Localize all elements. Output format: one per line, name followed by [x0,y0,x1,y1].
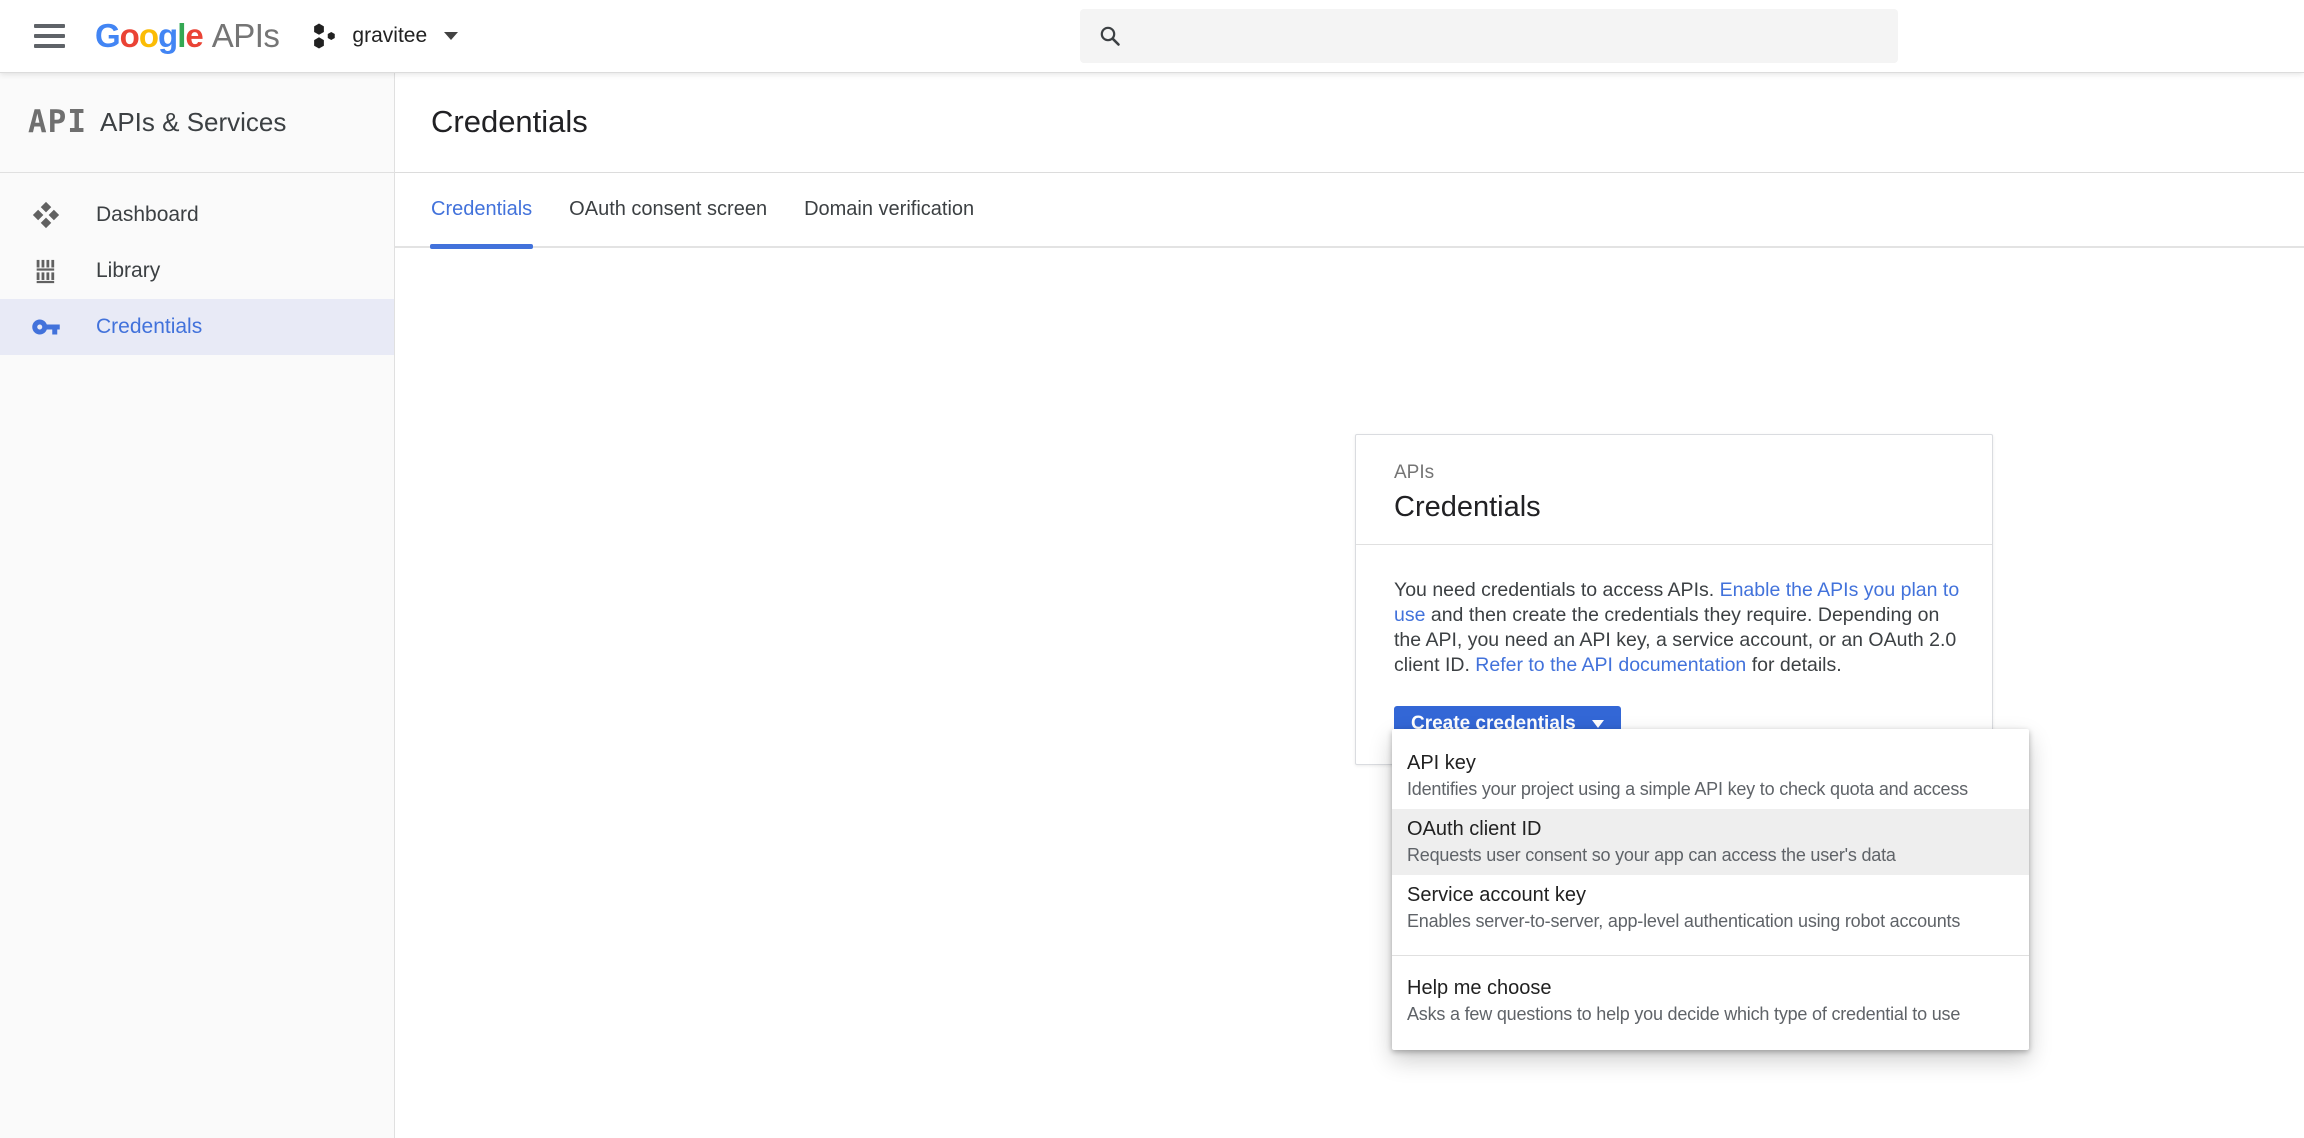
sidebar-item-label: Dashboard [96,203,199,227]
menu-item-description: Asks a few questions to help you decide … [1407,1001,2014,1027]
tab-credentials[interactable]: Credentials [431,173,532,246]
menu-item-oauth-client-id[interactable]: OAuth client ID Requests user consent so… [1392,809,2029,875]
card-body: You need credentials to access APIs. Ena… [1356,545,1992,742]
sidebar-item-label: Credentials [96,315,202,339]
menu-item-description: Enables server-to-server, app-level auth… [1407,908,2014,934]
menu-item-description: Requests user consent so your app can ac… [1407,842,2014,868]
page-title: Credentials [431,104,588,140]
card-eyebrow: APIs [1394,462,1954,484]
sidebar-item-label: Library [96,259,160,283]
menu-item-title: Service account key [1407,882,2014,908]
logo-suffix: APIs [212,17,280,55]
sidebar-title: APIs & Services [100,107,286,138]
menu-item-title: OAuth client ID [1407,816,2014,842]
menu-item-title: API key [1407,750,2014,776]
search-input[interactable] [1138,25,1880,48]
menu-item-description: Identifies your project using a simple A… [1407,776,2014,802]
project-name: gravitee [352,24,427,48]
menu-icon[interactable] [34,24,65,48]
card-title: Credentials [1394,491,1954,524]
sidebar: API APIs & Services Dashboard [0,72,395,1138]
card-header: APIs Credentials [1356,435,1992,545]
tab-label: Credentials [431,198,532,221]
search-bar[interactable] [1080,9,1898,63]
create-credentials-menu: API key Identifies your project using a … [1392,729,2029,1050]
google-apis-console: Google APIs gravitee API APIs & Services [0,0,2304,1138]
menu-item-title: Help me choose [1407,975,2014,1001]
chevron-down-icon [1592,720,1604,728]
chevron-down-icon [444,32,458,40]
top-bar: Google APIs gravitee [0,0,2304,72]
api-logo: API [28,104,87,140]
sidebar-item-dashboard[interactable]: Dashboard [0,187,394,243]
sidebar-item-library[interactable]: Library [0,243,394,299]
key-icon [30,312,62,342]
tab-oauth-consent-screen[interactable]: OAuth consent screen [569,173,767,246]
sidebar-header: API APIs & Services [0,72,394,173]
sidebar-item-credentials[interactable]: Credentials [0,299,394,355]
card-description: You need credentials to access APIs. Ena… [1394,578,1962,678]
project-hexagons-icon [309,21,339,51]
credentials-card: APIs Credentials You need credentials to… [1355,434,1993,765]
sidebar-nav: Dashboard Library [0,173,394,355]
menu-divider [1392,955,2029,956]
api-documentation-link[interactable]: Refer to the API documentation [1475,654,1746,676]
search-icon [1098,24,1122,48]
text-segment: You need credentials to access APIs. [1394,579,1720,601]
tab-domain-verification[interactable]: Domain verification [804,173,974,246]
text-segment: for details. [1746,654,1841,676]
menu-item-help-me-choose[interactable]: Help me choose Asks a few questions to h… [1392,968,2029,1034]
project-selector[interactable]: gravitee [309,21,458,51]
menu-item-api-key[interactable]: API key Identifies your project using a … [1392,743,2029,809]
page-header: Credentials [395,72,2304,173]
google-logo: Google [95,17,203,55]
google-apis-logo[interactable]: Google APIs [95,17,279,55]
tab-strip: Credentials OAuth consent screen Domain … [395,173,2304,248]
library-icon [30,257,62,285]
tab-label: Domain verification [804,198,974,221]
menu-item-service-account-key[interactable]: Service account key Enables server-to-se… [1392,875,2029,941]
tab-label: OAuth consent screen [569,198,767,221]
dashboard-icon [30,200,62,230]
